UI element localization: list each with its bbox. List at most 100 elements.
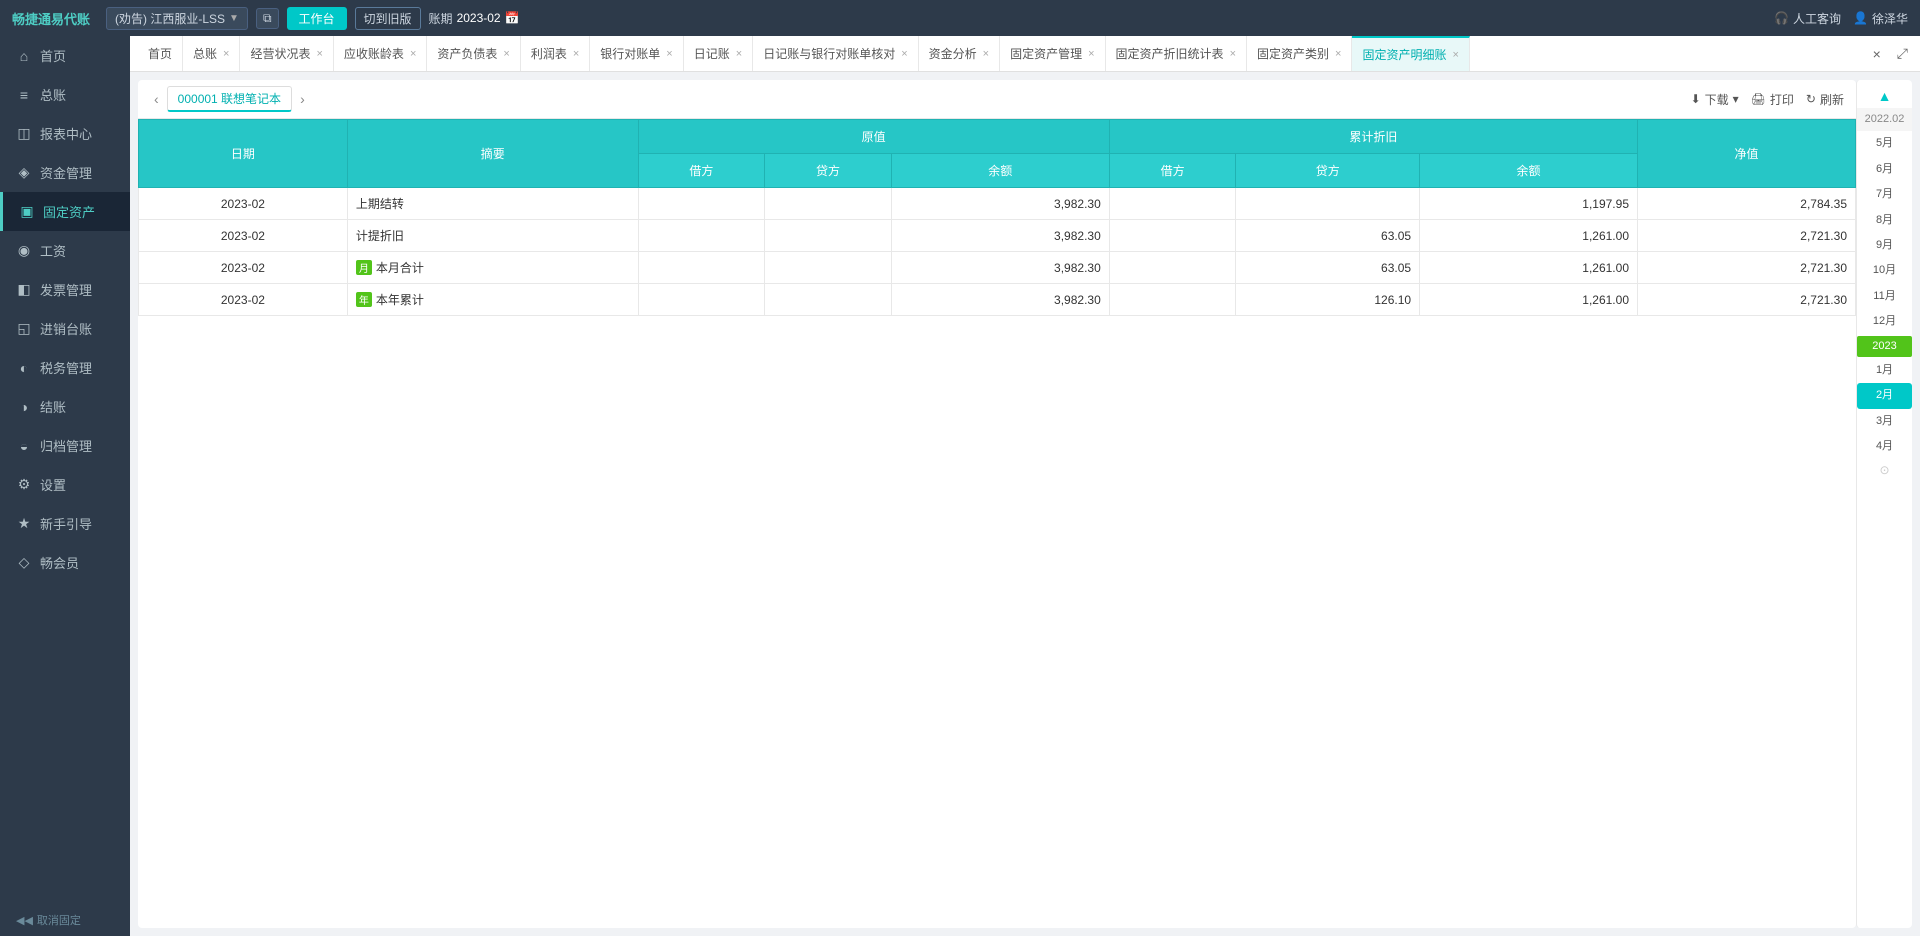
tab-business-status-close[interactable]: × xyxy=(316,48,322,60)
date-nav-month-12[interactable]: 12月 xyxy=(1857,309,1912,334)
tab-journal[interactable]: 日记账 × xyxy=(684,36,753,72)
sidebar-item-member[interactable]: ◇ 畅会员 xyxy=(0,543,130,582)
tab-home[interactable]: 首页 xyxy=(138,36,183,72)
sidebar-label-tax: 税务管理 xyxy=(40,358,92,377)
asset-toolbar: ⬇ 下载 ▾ 🖨 打印 ↻ 刷新 xyxy=(1691,91,1844,108)
tab-bar: 首页 总账 × 经营状况表 × 应收账龄表 × 资产负债表 × 利润表 × xyxy=(130,36,1920,72)
calendar-icon[interactable]: 📅 xyxy=(505,11,520,25)
sidebar-item-archive[interactable]: ◒ 归档管理 xyxy=(0,426,130,465)
company-selector[interactable]: (劝告) 江西服业-LSS ▼ xyxy=(106,7,248,30)
user-menu[interactable]: 👤 徐泽华 xyxy=(1853,10,1908,27)
tab-ledger[interactable]: 总账 × xyxy=(183,36,240,72)
date-nav-month-11[interactable]: 11月 xyxy=(1857,284,1912,309)
switch-version-button[interactable]: 切到旧版 xyxy=(355,7,421,30)
date-nav-2023-month-4[interactable]: 4月 xyxy=(1857,434,1912,459)
tab-fixed-depreciation-close[interactable]: × xyxy=(1230,48,1236,60)
date-nav-month-7[interactable]: 7月 xyxy=(1857,182,1912,207)
customer-service-btn[interactable]: 🎧 人工客询 xyxy=(1774,10,1841,27)
date-nav-up-btn[interactable]: ▲ xyxy=(1874,84,1896,108)
tab-journal-bank-close[interactable]: × xyxy=(901,48,907,60)
tab-balance-sheet[interactable]: 资产负债表 × xyxy=(427,36,520,72)
tab-business-status[interactable]: 经营状况表 × xyxy=(240,36,333,72)
sidebar-label-member: 畅会员 xyxy=(40,553,79,572)
page-content: ‹ 000001 联想笔记本 › ⬇ 下载 ▾ 🖨 打印 xyxy=(130,72,1920,936)
sidebar-label-payroll: 工资 xyxy=(40,241,66,260)
tab-journal-close[interactable]: × xyxy=(736,48,742,60)
refresh-btn[interactable]: ↻ 刷新 xyxy=(1806,91,1844,108)
sidebar-label-funds: 资金管理 xyxy=(40,163,92,182)
th-dep-debit: 借方 xyxy=(1109,154,1236,188)
sidebar-item-funds[interactable]: ◈ 资金管理 xyxy=(0,153,130,192)
payroll-icon: ◉ xyxy=(16,242,32,259)
workbench-button[interactable]: 工作台 xyxy=(287,7,347,30)
fixed-assets-icon: ▣ xyxy=(19,203,35,220)
cell-dep-credit: 126.10 xyxy=(1236,284,1420,316)
headset-icon: 🎧 xyxy=(1774,11,1789,25)
tab-fund-analysis-close[interactable]: × xyxy=(983,48,989,60)
sidebar-item-reports[interactable]: ◫ 报表中心 xyxy=(0,114,130,153)
copy-icon-btn[interactable]: ⧉ xyxy=(256,8,279,29)
pin-toggle-btn[interactable]: ◀◀ 取消固定 xyxy=(0,904,130,936)
tab-receivable[interactable]: 应收账龄表 × xyxy=(334,36,427,72)
tab-expand-icon[interactable]: ⤢ xyxy=(1893,41,1912,66)
tab-fund-analysis[interactable]: 资金分析 × xyxy=(919,36,1000,72)
sidebar-label-sales: 进销台账 xyxy=(40,319,92,338)
sidebar-item-home[interactable]: ⌂ 首页 xyxy=(0,36,130,75)
cell-orig-debit xyxy=(638,188,765,220)
sidebar-item-sales[interactable]: ◱ 进销台账 xyxy=(0,309,130,348)
sidebar-item-invoice[interactable]: ◧ 发票管理 xyxy=(0,270,130,309)
asset-current-tab[interactable]: 000001 联想笔记本 xyxy=(167,86,292,112)
sidebar-label-fixed-assets: 固定资产 xyxy=(43,202,95,221)
cell-net-value: 2,784.35 xyxy=(1638,188,1856,220)
sidebar-item-guide[interactable]: ★ 新手引导 xyxy=(0,504,130,543)
sidebar-item-ledger[interactable]: ≡ 总账 xyxy=(0,75,130,114)
tab-fixed-depreciation[interactable]: 固定资产折旧统计表 × xyxy=(1106,36,1247,72)
tab-journal-bank[interactable]: 日记账与银行对账单核对 × xyxy=(753,36,918,72)
tab-profit[interactable]: 利润表 × xyxy=(521,36,590,72)
cell-date: 2023-02 xyxy=(139,220,348,252)
asset-next-btn[interactable]: › xyxy=(296,89,309,109)
settings-icon: ⚙ xyxy=(16,476,32,493)
sidebar-item-closing[interactable]: ◑ 结账 xyxy=(0,387,130,426)
tab-fixed-detail-label: 固定资产明细账 xyxy=(1362,46,1446,63)
tab-fixed-category-close[interactable]: × xyxy=(1335,48,1341,60)
tab-fixed-category[interactable]: 固定资产类别 × xyxy=(1247,36,1352,72)
date-nav-year-2023-label: 2023 xyxy=(1857,336,1912,357)
asset-prev-btn[interactable]: ‹ xyxy=(150,89,163,109)
date-nav-month-5[interactable]: 5月 xyxy=(1857,131,1912,156)
tab-journal-label: 日记账 xyxy=(694,45,730,62)
tab-ledger-close[interactable]: × xyxy=(223,48,229,60)
download-btn[interactable]: ⬇ 下载 ▾ xyxy=(1691,91,1739,108)
period-display: 账期 2023-02 📅 xyxy=(429,10,520,27)
date-nav-2023-month-3[interactable]: 3月 xyxy=(1857,409,1912,434)
date-nav-month-9[interactable]: 9月 xyxy=(1857,233,1912,258)
tab-bank-stmt[interactable]: 银行对账单 × xyxy=(590,36,683,72)
app-logo: 畅捷通易代账 xyxy=(12,9,90,28)
tab-fixed-mgmt[interactable]: 固定资产管理 × xyxy=(1000,36,1105,72)
print-btn[interactable]: 🖨 打印 xyxy=(1751,91,1794,108)
date-nav-month-10[interactable]: 10月 xyxy=(1857,258,1912,283)
tab-bank-stmt-close[interactable]: × xyxy=(666,48,672,60)
tab-balance-sheet-close[interactable]: × xyxy=(503,48,509,60)
sales-icon: ◱ xyxy=(16,320,32,337)
date-nav-month-6[interactable]: 6月 xyxy=(1857,157,1912,182)
tab-fixed-detail[interactable]: 固定资产明细账 × xyxy=(1352,36,1469,72)
date-nav-more-btn[interactable]: ⊙ xyxy=(1857,459,1912,481)
tab-receivable-close[interactable]: × xyxy=(410,48,416,60)
refresh-icon: ↻ xyxy=(1806,92,1816,106)
sidebar-item-tax[interactable]: ◐ 税务管理 xyxy=(0,348,130,387)
pin-label: 取消固定 xyxy=(37,912,81,928)
tab-fixed-mgmt-close[interactable]: × xyxy=(1088,48,1094,60)
date-nav-2023-month-2[interactable]: 2月 xyxy=(1857,383,1912,408)
sidebar-item-payroll[interactable]: ◉ 工资 xyxy=(0,231,130,270)
asset-subnav: ‹ 000001 联想笔记本 › ⬇ 下载 ▾ 🖨 打印 xyxy=(138,80,1856,119)
invoice-icon: ◧ xyxy=(16,281,32,298)
sidebar-label-ledger: 总账 xyxy=(40,85,66,104)
tab-profit-close[interactable]: × xyxy=(573,48,579,60)
tab-close-all-icon[interactable]: × xyxy=(1869,42,1885,66)
sidebar-item-fixed-assets[interactable]: ▣ 固定资产 xyxy=(0,192,130,231)
date-nav-month-8[interactable]: 8月 xyxy=(1857,208,1912,233)
tab-fixed-detail-close[interactable]: × xyxy=(1452,49,1458,61)
sidebar-item-settings[interactable]: ⚙ 设置 xyxy=(0,465,130,504)
date-nav-2023-month-1[interactable]: 1月 xyxy=(1857,358,1912,383)
